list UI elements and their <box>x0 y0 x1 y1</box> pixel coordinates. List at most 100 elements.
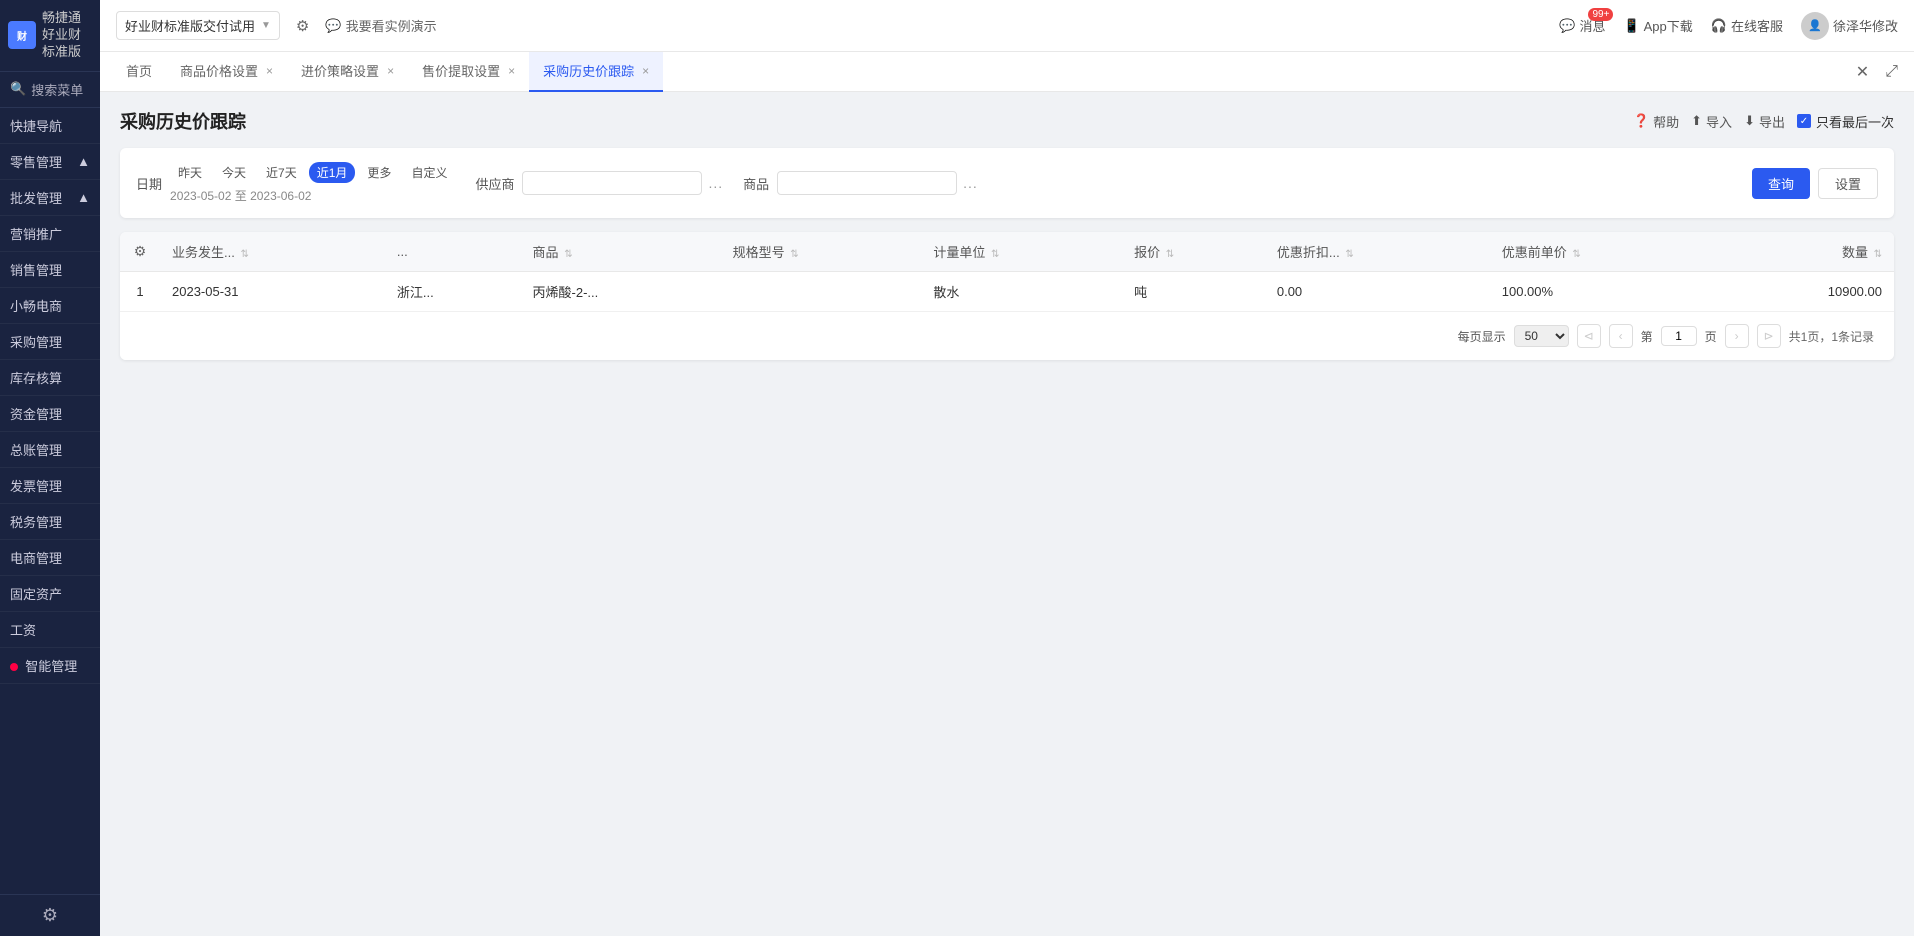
date-btn-yesterday[interactable]: 昨天 <box>170 162 210 183</box>
table-row: 1 2023-05-31 浙江... 丙烯酸-2-... <box>120 272 1894 312</box>
demo-link[interactable]: 💬 我要看实例演示 <box>325 16 436 35</box>
filter-row: 日期 昨天 今天 近7天 近1月 更多 自定义 2023-05-02 至 202… <box>136 162 1878 204</box>
sidebar-item-sales[interactable]: 销售管理 <box>0 252 100 288</box>
goods-more-button[interactable]: ... <box>963 175 978 191</box>
sidebar-item-accounting[interactable]: 总账管理 <box>0 432 100 468</box>
sidebar-item-purchase[interactable]: 采购管理 <box>0 324 100 360</box>
sidebar: 财 畅捷通好业财 标准版 🔍 搜索菜单 快捷导航 零售管理 ▲ 批发管理 ▲ 营… <box>0 0 100 936</box>
page-next-button[interactable]: › <box>1725 324 1749 348</box>
sidebar-item-ecommerce-small[interactable]: 小畅电商 <box>0 288 100 324</box>
tab-close-purchase-strategy[interactable]: × <box>387 64 394 78</box>
user-menu-button[interactable]: 👤 徐泽华修改 <box>1801 12 1898 40</box>
column-settings-icon[interactable]: ⚙ <box>134 243 147 259</box>
th-quote: 报价 ⇅ <box>1122 232 1265 272</box>
th-price: 优惠前单价 ⇅ <box>1490 232 1720 272</box>
export-button[interactable]: ⬇ 导出 <box>1744 112 1785 131</box>
logo-icon: 财 <box>8 21 36 49</box>
settings-button[interactable]: 设置 <box>1818 168 1878 199</box>
supplier-input[interactable] <box>522 171 702 195</box>
td-dots: 浙江... <box>385 272 521 312</box>
pagination: 每页显示 50 20 100 200 ⊲ ‹ 第 页 › ⊳ 共1页，1条记录 <box>120 311 1894 360</box>
filter-supplier: 供应商 ... <box>475 171 723 195</box>
page-first-button[interactable]: ⊲ <box>1577 324 1601 348</box>
date-btn-today[interactable]: 今天 <box>214 162 254 183</box>
sidebar-logo: 财 畅捷通好业财 标准版 <box>0 0 100 72</box>
date-btn-custom[interactable]: 自定义 <box>403 162 455 183</box>
phone-icon: 📱 <box>1623 18 1639 34</box>
main-area: 好业财标准版交付试用 ▼ ⚙ 💬 我要看实例演示 💬 消息 99+ 📱 App下… <box>100 0 1914 936</box>
tabbar: 首页 商品价格设置 × 进价策略设置 × 售价提取设置 × 采购历史价跟踪 × … <box>100 52 1914 92</box>
total-info: 共1页，1条记录 <box>1789 328 1874 345</box>
last-only-checkbox[interactable]: ✓ 只看最后一次 <box>1797 112 1894 131</box>
app-download-button[interactable]: 📱 App下载 <box>1623 16 1692 35</box>
page-input[interactable] <box>1661 326 1697 346</box>
per-page-select[interactable]: 50 20 100 200 <box>1514 325 1569 347</box>
sidebar-item-ecommerce[interactable]: 电商管理 <box>0 540 100 576</box>
date-btn-more[interactable]: 更多 <box>359 162 399 183</box>
td-price: 100.00% <box>1490 272 1720 312</box>
tab-purchase-strategy[interactable]: 进价策略设置 × <box>287 52 408 92</box>
help-button[interactable]: ❓ 帮助 <box>1633 112 1679 131</box>
sidebar-item-tax[interactable]: 税务管理 <box>0 504 100 540</box>
sidebar-item-inventory[interactable]: 库存核算 <box>0 360 100 396</box>
td-discount: 0.00 <box>1265 272 1490 312</box>
sort-spec-icon[interactable]: ⇅ <box>790 249 798 260</box>
th-spec: 规格型号 ⇅ <box>721 232 922 272</box>
filter-bar: 日期 昨天 今天 近7天 近1月 更多 自定义 2023-05-02 至 202… <box>120 148 1894 218</box>
sort-discount-icon[interactable]: ⇅ <box>1345 249 1353 260</box>
sidebar-item-fixed-assets[interactable]: 固定资产 <box>0 576 100 612</box>
sort-unit-icon[interactable]: ⇅ <box>991 249 999 260</box>
version-selector[interactable]: 好业财标准版交付试用 ▼ <box>116 11 280 40</box>
sidebar-item-smart[interactable]: 智能管理 <box>0 648 100 684</box>
sidebar-item-quick-nav[interactable]: 快捷导航 <box>0 108 100 144</box>
page-actions: ❓ 帮助 ⬆ 导入 ⬇ 导出 ✓ 只看最后一次 <box>1633 112 1894 131</box>
sidebar-item-salary[interactable]: 工资 <box>0 612 100 648</box>
version-arrow-icon: ▼ <box>261 20 271 31</box>
page-last-button[interactable]: ⊳ <box>1757 324 1781 348</box>
filter-date: 日期 昨天 今天 近7天 近1月 更多 自定义 2023-05-02 至 202… <box>136 162 455 204</box>
tab-close-sale-price[interactable]: × <box>508 64 515 78</box>
tab-close-all-button[interactable]: ✕ <box>1852 60 1873 84</box>
td-quote: 吨 <box>1122 272 1265 312</box>
tab-close-purchase-history[interactable]: × <box>642 64 649 78</box>
sidebar-search[interactable]: 🔍 搜索菜单 <box>0 72 100 108</box>
sort-quote-icon[interactable]: ⇅ <box>1166 249 1174 260</box>
sort-qty-icon[interactable]: ⇅ <box>1874 249 1882 260</box>
date-btn-1month[interactable]: 近1月 <box>309 162 356 183</box>
help-icon: ❓ <box>1633 113 1649 129</box>
smart-dot <box>10 663 18 671</box>
date-btn-7days[interactable]: 近7天 <box>258 162 305 183</box>
sort-goods-icon[interactable]: ⇅ <box>564 249 572 260</box>
content-area: 采购历史价跟踪 ❓ 帮助 ⬆ 导入 ⬇ 导出 ✓ 只 <box>100 92 1914 936</box>
th-date: 业务发生... ⇅ <box>160 232 385 272</box>
th-unit: 计量单位 ⇅ <box>921 232 1122 272</box>
tab-home[interactable]: 首页 <box>112 52 166 92</box>
checkbox-icon: ✓ <box>1797 114 1811 128</box>
tab-close-goods-price[interactable]: × <box>266 64 273 78</box>
query-button[interactable]: 查询 <box>1752 168 1810 199</box>
td-qty: 10900.00 <box>1719 272 1894 312</box>
import-button[interactable]: ⬆ 导入 <box>1691 112 1732 131</box>
sidebar-item-finance[interactable]: 资金管理 <box>0 396 100 432</box>
sidebar-item-marketing[interactable]: 营销推广 <box>0 216 100 252</box>
gear-icon[interactable]: ⚙ <box>42 905 58 926</box>
online-service-button[interactable]: 🎧 在线客服 <box>1711 16 1783 35</box>
sidebar-item-wholesale[interactable]: 批发管理 ▲ <box>0 180 100 216</box>
supplier-more-button[interactable]: ... <box>708 175 723 191</box>
sidebar-item-retail[interactable]: 零售管理 ▲ <box>0 144 100 180</box>
sort-price-icon[interactable]: ⇅ <box>1572 249 1580 260</box>
sidebar-item-invoice[interactable]: 发票管理 <box>0 468 100 504</box>
retail-arrow-icon: ▲ <box>77 154 90 169</box>
tab-sale-price[interactable]: 售价提取设置 × <box>408 52 529 92</box>
messages-badge: 99+ <box>1588 8 1613 21</box>
page-prev-button[interactable]: ‹ <box>1609 324 1633 348</box>
sort-date-icon[interactable]: ⇅ <box>240 249 248 260</box>
tab-expand-button[interactable]: ⤢ <box>1881 61 1902 83</box>
topbar-settings-button[interactable]: ⚙ <box>296 17 309 35</box>
page-title: 采购历史价跟踪 <box>120 108 246 134</box>
tab-purchase-history[interactable]: 采购历史价跟踪 × <box>529 52 663 92</box>
tab-goods-price[interactable]: 商品价格设置 × <box>166 52 287 92</box>
goods-input[interactable] <box>777 171 957 195</box>
sidebar-bottom: ⚙ <box>0 894 100 936</box>
messages-button[interactable]: 💬 消息 99+ <box>1559 16 1605 35</box>
